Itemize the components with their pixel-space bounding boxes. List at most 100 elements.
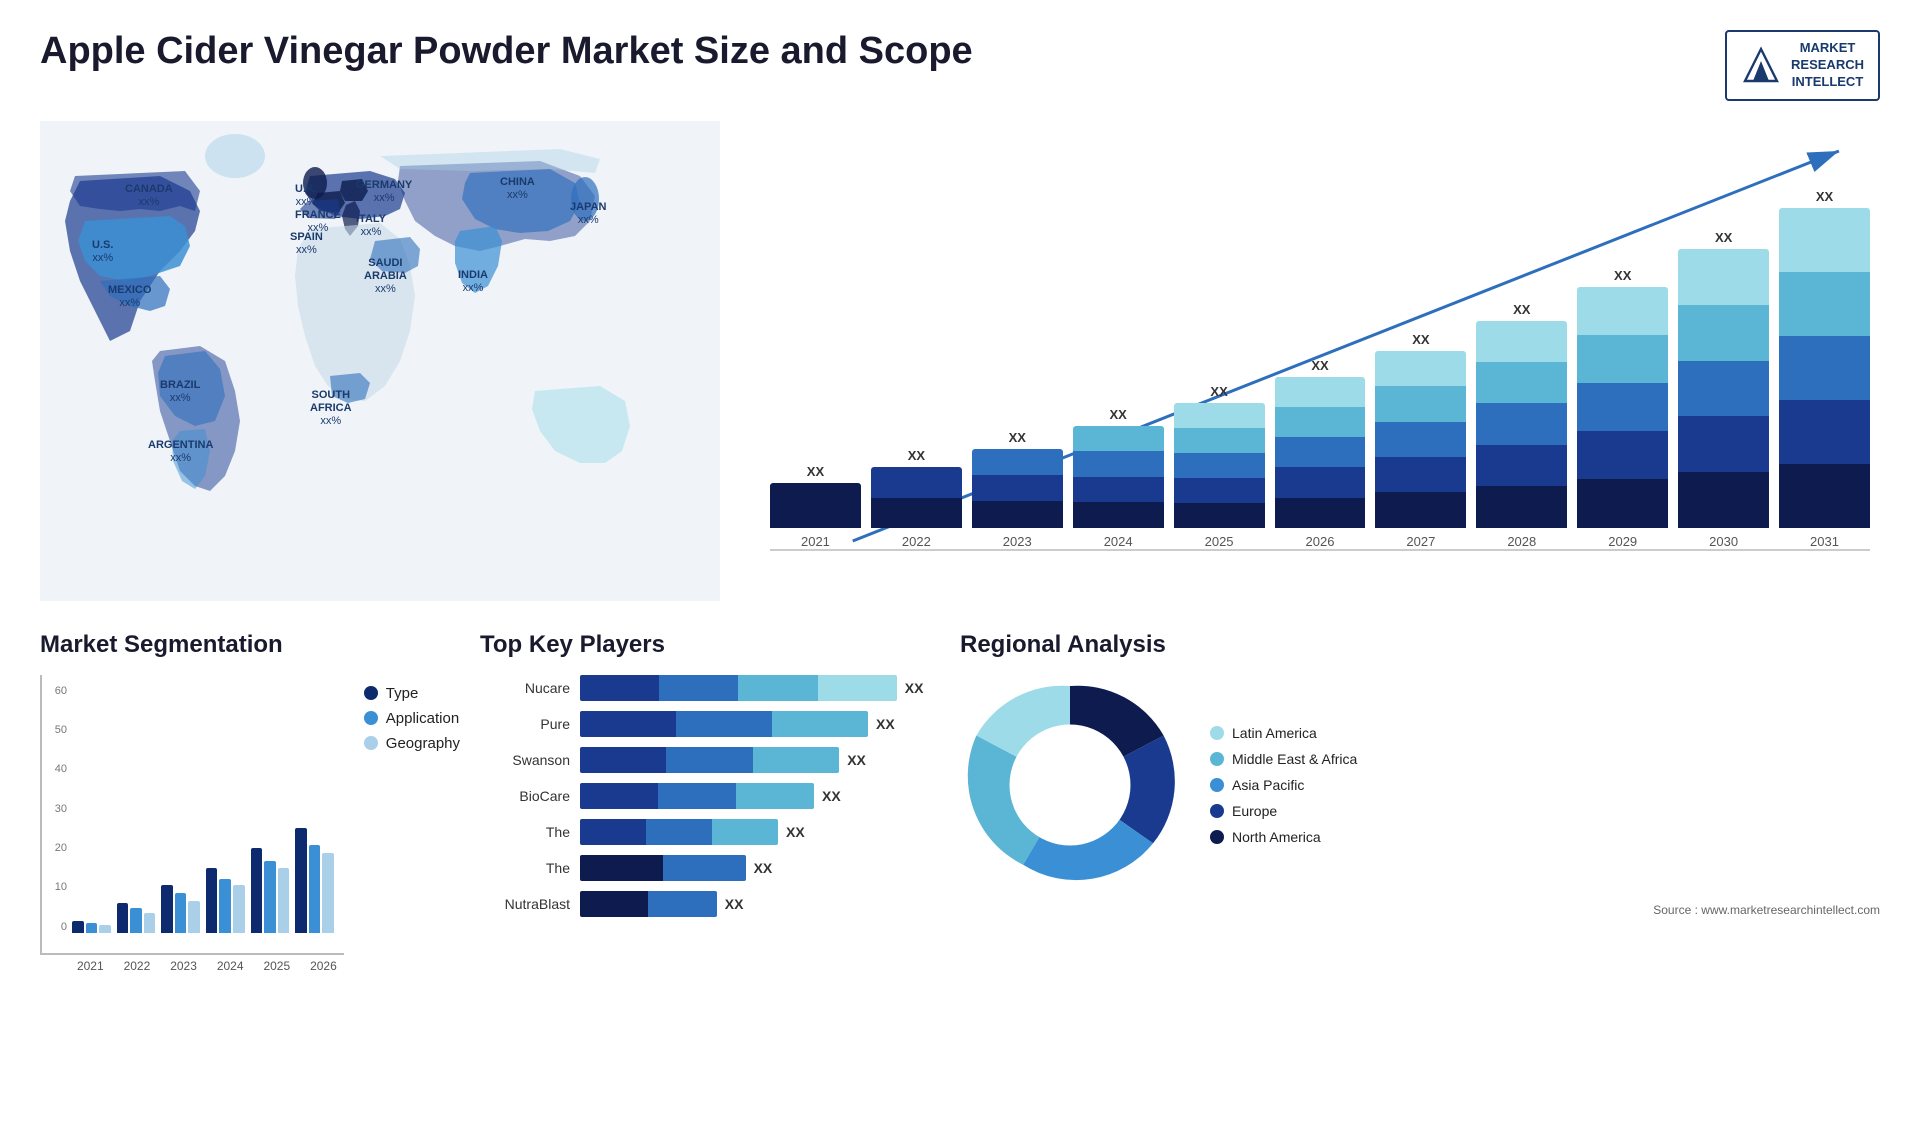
- bar-year-2027: 2027: [1406, 534, 1435, 549]
- donut-container: Latin America Middle East & Africa Asia …: [960, 675, 1880, 895]
- header: Apple Cider Vinegar Powder Market Size a…: [40, 30, 1880, 101]
- segmentation-chart: 0 10 20 30 40 50 60: [40, 675, 344, 955]
- legend-middle-east: Middle East & Africa: [1210, 751, 1357, 767]
- players-list: NucareXXPureXXSwansonXXBioCareXXTheXXThe…: [480, 675, 940, 917]
- bar-segment: [1375, 422, 1466, 457]
- player-value: XX: [905, 680, 924, 696]
- player-bar-segment: [772, 711, 868, 737]
- legend-geography: Geography: [364, 735, 460, 752]
- bar-segment: [871, 467, 962, 497]
- bar-segment: [1073, 426, 1164, 451]
- bar-segment: [1174, 453, 1265, 478]
- bar-segment: [1275, 407, 1366, 437]
- bar-segment: [1375, 386, 1466, 421]
- player-bar-segment: [736, 783, 814, 809]
- bar-col-2025: XX 2025: [1174, 131, 1265, 549]
- bar-segment: [1275, 467, 1366, 497]
- map-label-us: U.S.xx%: [92, 239, 113, 265]
- player-bar-container: XX: [580, 711, 940, 737]
- legend-europe: Europe: [1210, 803, 1357, 819]
- player-row: Swanson XX: [480, 747, 940, 773]
- players-title: Top Key Players: [480, 631, 940, 659]
- map-label-spain: SPAINxx%: [290, 231, 323, 257]
- bar-segment: [1577, 479, 1668, 527]
- top-bar-chart-wrapper: XX2021XX2022XX2023XX2024XX2025XX2026XX20…: [750, 121, 1880, 601]
- bar-segment: [1678, 472, 1769, 528]
- player-bar-segment: [580, 819, 646, 845]
- bar-col-2024: XX2024: [1073, 131, 1164, 549]
- bar-value-2025: XX: [1210, 384, 1227, 399]
- map-label-india: INDIAxx%: [458, 269, 488, 295]
- map-label-safrica: SOUTHAFRICAxx%: [310, 389, 352, 429]
- bar-segment: [1073, 502, 1164, 527]
- map-label-mexico: MEXICOxx%: [108, 284, 151, 310]
- stacked-bar-2026: [1275, 377, 1366, 528]
- bar-segment: [1577, 383, 1668, 431]
- bar-year-2031: 2031: [1810, 534, 1839, 549]
- legend-dot-type: [364, 686, 378, 700]
- player-row: BioCareXX: [480, 783, 940, 809]
- legend-label-application: Application: [386, 710, 459, 727]
- map-label-japan: JAPANxx%: [570, 201, 606, 227]
- player-name: Nucare: [480, 680, 570, 696]
- map-label-brazil: BRAZILxx%: [160, 379, 200, 405]
- map-section: CANADAxx% U.S.xx% MEXICOxx% BRAZILxx% AR…: [40, 121, 720, 601]
- dot-europe: [1210, 804, 1224, 818]
- bar-geo: [188, 901, 200, 933]
- y-axis: 0 10 20 30 40 50 60: [42, 685, 67, 933]
- bar-type: [206, 868, 218, 933]
- y-label: 50: [42, 724, 67, 736]
- bar-value-2029: XX: [1614, 268, 1631, 283]
- player-row: Nucare XX: [480, 675, 940, 701]
- dot-latin-america: [1210, 726, 1224, 740]
- bar-group-2023: [161, 885, 200, 933]
- bar-col-2027: XX2027: [1375, 131, 1466, 549]
- bar-app: [86, 923, 98, 933]
- bar-year-2026: 2026: [1306, 534, 1335, 549]
- segmentation-legend: Type Application Geography: [364, 685, 460, 752]
- player-bar-segment: [580, 783, 658, 809]
- player-name: Swanson: [480, 752, 570, 768]
- bar-segment: [1476, 445, 1567, 486]
- bar-geo: [99, 925, 111, 933]
- bar-year-2029: 2029: [1608, 534, 1637, 549]
- legend-application: Application: [364, 710, 460, 727]
- bar-segment: [1174, 403, 1265, 428]
- player-value: XX: [847, 752, 866, 768]
- y-label: 30: [42, 803, 67, 815]
- bar-segment: [1375, 351, 1466, 386]
- player-row: TheXX: [480, 855, 940, 881]
- player-bar-segment: [658, 783, 736, 809]
- player-bar: [580, 891, 717, 917]
- segmentation-title: Market Segmentation: [40, 631, 460, 659]
- y-label: 20: [42, 842, 67, 854]
- player-row: PureXX: [480, 711, 940, 737]
- bar-group-2026: [295, 828, 334, 933]
- bar-segment: [1678, 416, 1769, 472]
- bar-segment: [1476, 362, 1567, 403]
- bar-segment: [770, 483, 861, 528]
- bar-year-2023: 2023: [1003, 534, 1032, 549]
- bar-col-2029: XX 2029: [1577, 131, 1668, 549]
- bar-geo: [144, 913, 156, 933]
- bar-type: [117, 903, 129, 933]
- bar-segment: [1577, 335, 1668, 383]
- stacked-bar-2029: [1577, 287, 1668, 528]
- bottom-section: Market Segmentation 0 10 20 30 40 50 60: [40, 631, 1880, 973]
- stacked-bar-2024: [1073, 426, 1164, 528]
- stacked-bar-2028: [1476, 321, 1567, 528]
- bar-year-2025: 2025: [1205, 534, 1234, 549]
- player-bar-segment: [580, 891, 648, 917]
- source-text: Source : www.marketresearchintellect.com: [960, 903, 1880, 917]
- logo-box: MARKET RESEARCH INTELLECT: [1725, 30, 1880, 101]
- year-label: 2025: [257, 959, 298, 973]
- legend-latin-america: Latin America: [1210, 725, 1357, 741]
- dot-middle-east: [1210, 752, 1224, 766]
- bar-app: [175, 893, 187, 933]
- bar-geo: [278, 868, 290, 933]
- year-label: 2024: [210, 959, 251, 973]
- map-label-canada: CANADAxx%: [125, 183, 173, 209]
- y-label: 0: [42, 921, 67, 933]
- player-value: XX: [786, 824, 805, 840]
- legend-dot-application: [364, 711, 378, 725]
